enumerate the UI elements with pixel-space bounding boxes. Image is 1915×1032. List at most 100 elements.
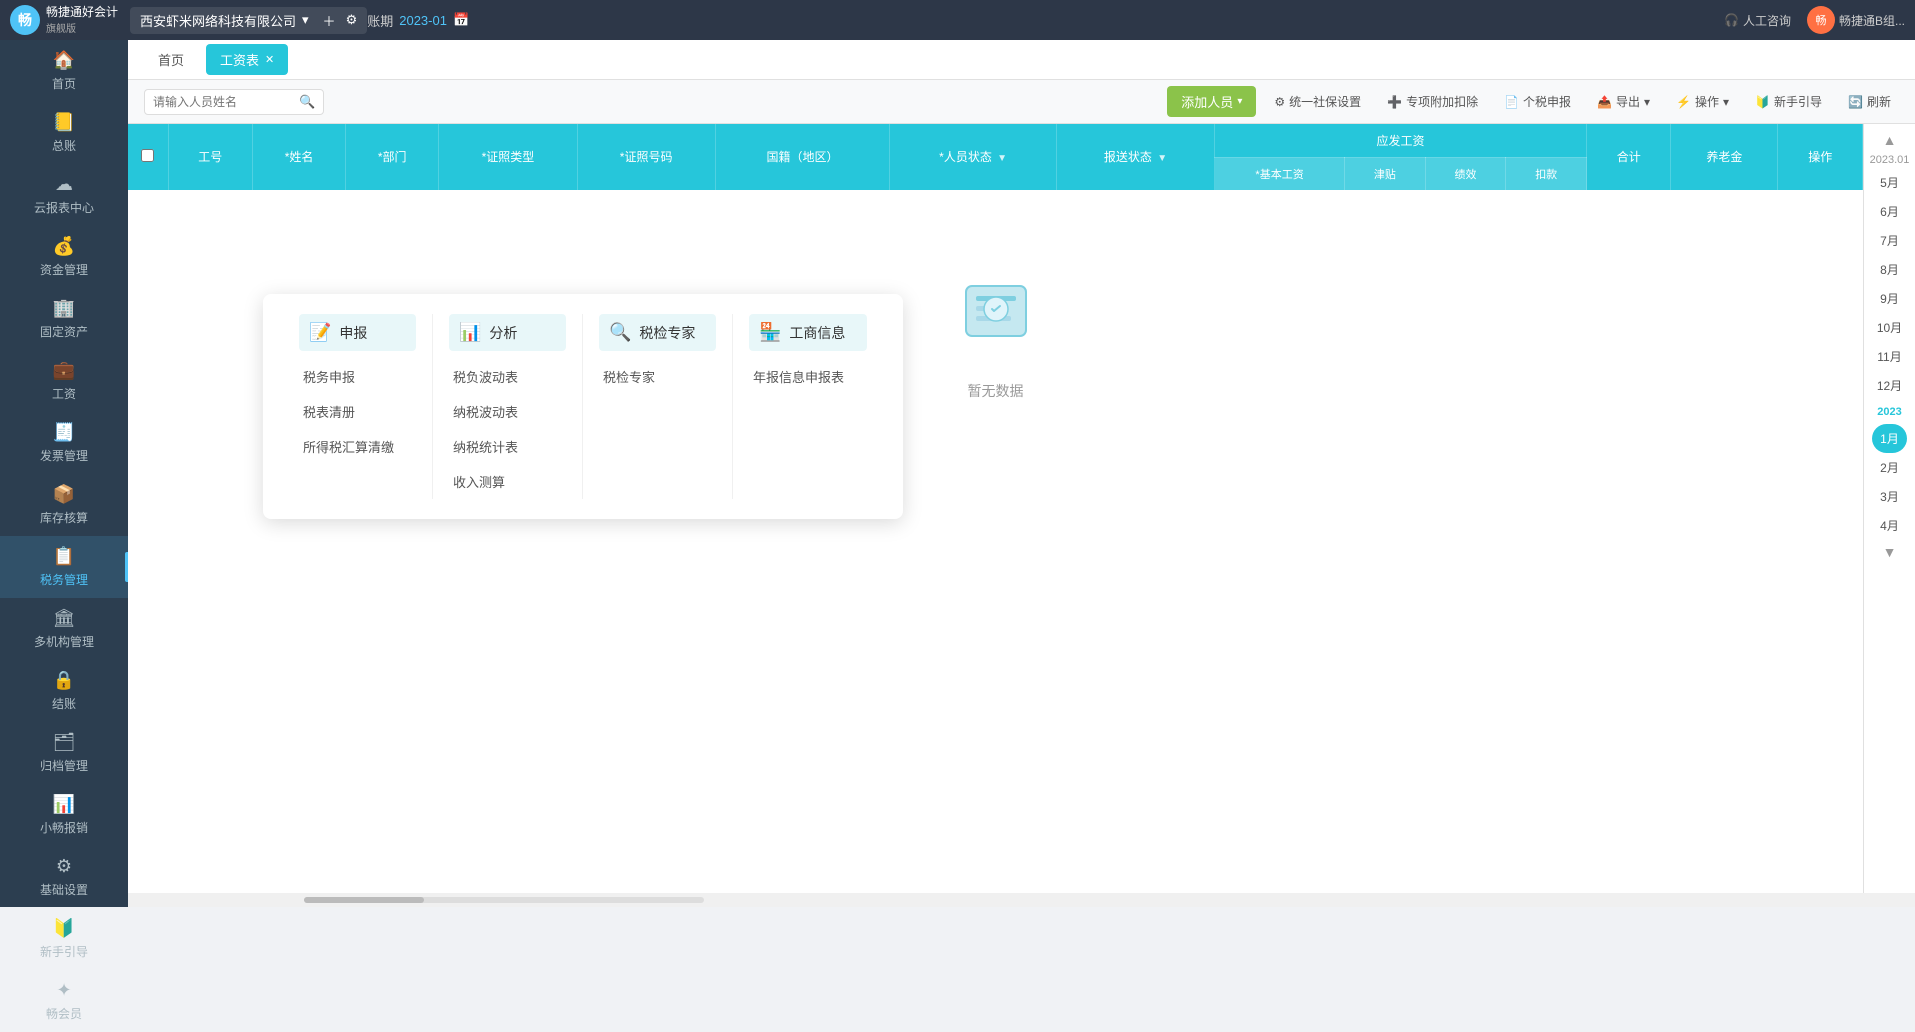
menu-item-tax-burden[interactable]: 税负波动表 (449, 359, 566, 394)
menu-item-tax-declare[interactable]: 税务申报 (299, 359, 416, 394)
date-month-11[interactable]: 11月 (1864, 342, 1915, 371)
tab-home[interactable]: 首页 (144, 44, 198, 75)
business-label: 工商信息 (789, 323, 845, 343)
select-all-checkbox[interactable] (141, 149, 154, 162)
sidebar-item-guide[interactable]: 🔰 新手引导 (0, 908, 128, 970)
th-id-no: *证照号码 (577, 124, 715, 190)
menu-item-income-estimate[interactable]: 收入测算 (449, 464, 566, 499)
sidebar-label: 归档管理 (40, 757, 88, 774)
th-deduction: 扣款 (1506, 158, 1587, 191)
date-month-2[interactable]: 2月 (1864, 453, 1915, 482)
date-month-1-active[interactable]: 1月 (1872, 424, 1907, 453)
sidebar-item-multi[interactable]: 🏛 多机构管理 (0, 598, 128, 660)
send-filter-icon[interactable]: ▼ (1157, 153, 1167, 164)
search-box[interactable]: 🔍 (144, 89, 324, 115)
salary-table: 工号 *姓名 *部门 *证照类型 *证照号码 国籍（地区） *人员状态 ▼ 报送… (128, 124, 1863, 191)
support-btn[interactable]: 🎧 人工咨询 (1724, 12, 1791, 29)
tab-salary-table[interactable]: 工资表 ✕ (206, 44, 288, 75)
date-period-label: 2023.01 (1870, 152, 1910, 168)
sidebar-item-archive[interactable]: 🗂 归档管理 (0, 722, 128, 784)
status-filter-icon[interactable]: ▼ (997, 153, 1007, 164)
scrollbar-thumb[interactable] (304, 897, 424, 903)
app-name: 畅捷通好会计 (46, 5, 118, 19)
scrollbar-track[interactable] (304, 897, 704, 903)
date-month-12[interactable]: 12月 (1864, 371, 1915, 400)
dropdown-col-expert: 🔍 税检专家 税检专家 (583, 314, 733, 499)
checkbox-header[interactable] (128, 124, 168, 190)
content-area: 首页 工资表 ✕ 🔍 添加人员 ▾ ⚙ 统一社保设置 (128, 40, 1915, 907)
menu-item-income-calc[interactable]: 所得税汇算清缴 (299, 429, 416, 464)
sidebar-item-close[interactable]: 🔒 结账 (0, 660, 128, 722)
sidebar-item-report[interactable]: 📊 小畅报销 (0, 784, 128, 846)
horizontal-scrollbar[interactable] (128, 893, 1915, 907)
sidebar-label: 多机构管理 (34, 633, 94, 650)
logo-text-block: 畅捷通好会计 旗舰版 (46, 5, 118, 34)
settings-icon[interactable]: ⚙ (346, 12, 358, 28)
th-ops: 操作 (1778, 124, 1863, 190)
company-selector[interactable]: 西安虾米网络科技有限公司 ▾ ＋ ⚙ (130, 7, 367, 34)
search-icon: 🔍 (299, 94, 315, 110)
sidebar-item-ledger[interactable]: 📒 总账 (0, 102, 128, 164)
guide-label: 新手引导 (1774, 93, 1822, 110)
menu-item-annual-report[interactable]: 年报信息申报表 (749, 359, 867, 394)
invoice-icon: 🧾 (53, 422, 75, 443)
tab-close-icon[interactable]: ✕ (265, 53, 274, 66)
export-btn[interactable]: 📤 导出 ▾ (1589, 89, 1658, 114)
empty-illustration (956, 271, 1036, 365)
sidebar-item-cloud[interactable]: ☁ 云报表中心 (0, 164, 128, 226)
dropdown-category-declare: 📝 申报 (299, 314, 416, 351)
sidebar-label: 发票管理 (40, 447, 88, 464)
dropdown-category-analysis: 📊 分析 (449, 314, 566, 351)
deduction-icon: ➕ (1387, 95, 1402, 109)
sidebar-item-member[interactable]: ✦ 畅会员 (0, 970, 128, 1032)
sidebar-label: 云报表中心 (34, 199, 94, 216)
analysis-icon: 📊 (459, 322, 481, 343)
sidebar-item-invoice[interactable]: 🧾 发票管理 (0, 412, 128, 474)
th-performance: 绩效 (1425, 158, 1506, 191)
sidebar-item-tax[interactable]: 📋 税务管理 (0, 536, 128, 598)
tax-icon: 📋 (53, 546, 75, 567)
date-month-8[interactable]: 8月 (1864, 255, 1915, 284)
sidebar-item-settings[interactable]: ⚙ 基础设置 (0, 846, 128, 908)
home-icon: 🏠 (53, 50, 75, 71)
date-month-7[interactable]: 7月 (1864, 226, 1915, 255)
date-nav-down[interactable]: ▼ (1879, 540, 1901, 564)
header-right: 🎧 人工咨询 畅 畅捷通B组... (1724, 6, 1905, 34)
guide-btn[interactable]: 🔰 新手引导 (1747, 89, 1830, 114)
date-month-3[interactable]: 3月 (1864, 482, 1915, 511)
operation-chevron-icon: ▾ (1723, 95, 1729, 109)
menu-item-tax-fluctuation[interactable]: 纳税波动表 (449, 394, 566, 429)
menu-item-tax-stats[interactable]: 纳税统计表 (449, 429, 566, 464)
sidebar-label: 畅会员 (46, 1005, 82, 1022)
plus-icon[interactable]: ＋ (323, 11, 336, 30)
th-name: *姓名 (252, 124, 345, 190)
menu-item-tax-expert[interactable]: 税检专家 (599, 359, 716, 394)
multi-icon: 🏛 (53, 608, 76, 629)
logo-icon: 畅 (10, 5, 40, 35)
export-icon: 📤 (1597, 95, 1612, 109)
date-month-4[interactable]: 4月 (1864, 511, 1915, 540)
date-month-5[interactable]: 5月 (1864, 168, 1915, 197)
date-nav-up[interactable]: ▲ (1879, 128, 1901, 152)
deduction-btn[interactable]: ➕ 专项附加扣除 (1379, 89, 1486, 114)
menu-item-tax-table[interactable]: 税表清册 (299, 394, 416, 429)
date-month-6[interactable]: 6月 (1864, 197, 1915, 226)
search-input[interactable] (153, 95, 293, 109)
add-person-button[interactable]: 添加人员 ▾ (1167, 86, 1256, 117)
calendar-icon[interactable]: 📅 (453, 12, 469, 28)
sidebar-label: 基础设置 (40, 881, 88, 898)
refresh-btn[interactable]: 🔄 刷新 (1840, 89, 1899, 114)
sidebar-item-salary[interactable]: 💼 工资 (0, 350, 128, 412)
tax-report-btn[interactable]: 📄 个税申报 (1496, 89, 1579, 114)
user-label: 畅捷通B组... (1839, 12, 1905, 29)
social-settings-btn[interactable]: ⚙ 统一社保设置 (1266, 89, 1369, 114)
date-month-9[interactable]: 9月 (1864, 284, 1915, 313)
chevron-down-icon: ▾ (302, 12, 309, 28)
sidebar-item-inventory[interactable]: 📦 库存核算 (0, 474, 128, 536)
operation-btn[interactable]: ⚡ 操作 ▾ (1668, 89, 1737, 114)
sidebar-item-home[interactable]: 🏠 首页 (0, 40, 128, 102)
sidebar-item-assets[interactable]: 🏢 固定资产 (0, 288, 128, 350)
sidebar-item-fund[interactable]: 💰 资金管理 (0, 226, 128, 288)
user-btn[interactable]: 畅 畅捷通B组... (1807, 6, 1905, 34)
date-month-10[interactable]: 10月 (1864, 313, 1915, 342)
